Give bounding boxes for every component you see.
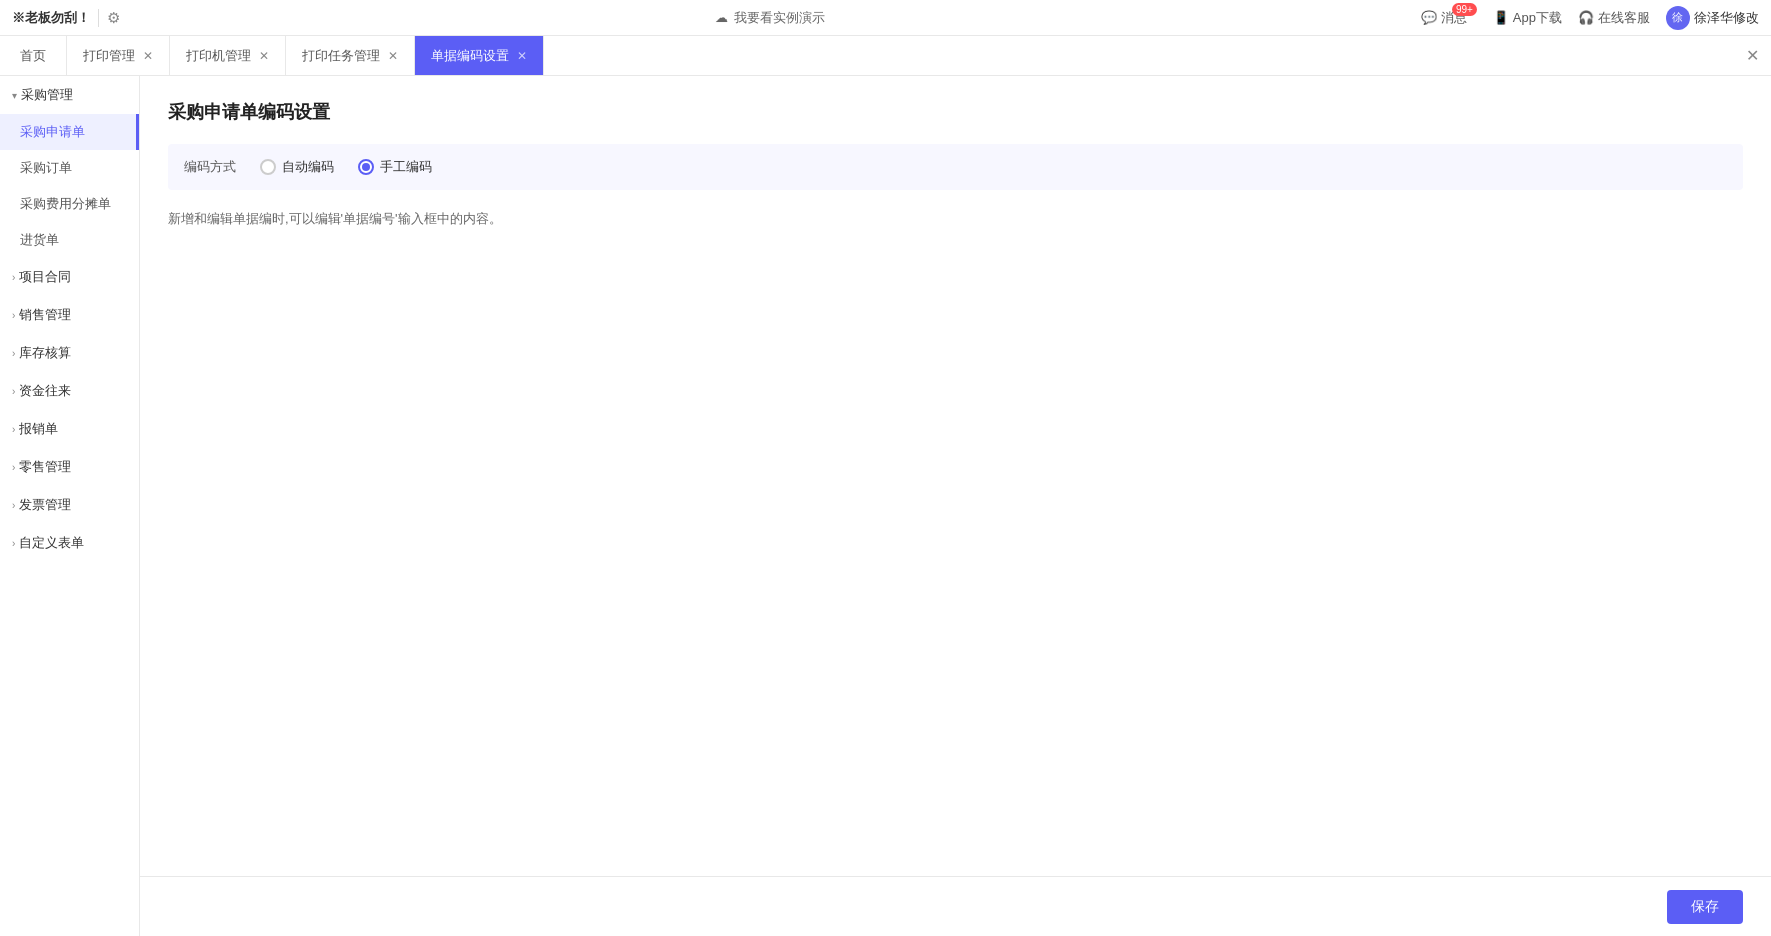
sidebar-item-purchase-expense[interactable]: 采购费用分摊单 xyxy=(0,186,139,222)
auto-code-option[interactable]: 自动编码 xyxy=(260,158,334,176)
sidebar-group-inventory-header[interactable]: › 库存核算 xyxy=(0,334,139,372)
arrow-right-icon-invoice: › xyxy=(12,500,15,511)
sidebar-item-purchase-expense-label: 采购费用分摊单 xyxy=(20,196,111,211)
tab-code-settings-close[interactable]: ✕ xyxy=(517,49,527,63)
arrow-right-icon-expense: › xyxy=(12,424,15,435)
app-download-button[interactable]: 📱 App下载 xyxy=(1493,9,1562,27)
manual-code-option[interactable]: 手工编码 xyxy=(358,158,432,176)
sidebar-group-retail: › 零售管理 xyxy=(0,448,139,486)
tab-print-task-management[interactable]: 打印任务管理 ✕ xyxy=(286,36,415,75)
tab-printer-management-label: 打印机管理 xyxy=(186,47,251,65)
cloud-icon: ☁ xyxy=(715,10,728,25)
tab-home[interactable]: 首页 xyxy=(0,36,67,75)
tab-print-task-management-label: 打印任务管理 xyxy=(302,47,380,65)
close-all-button[interactable]: ✕ xyxy=(1734,36,1771,75)
top-bar-left: ※老板勿刮！ ⚙ xyxy=(12,9,120,27)
arrow-right-icon-inventory: › xyxy=(12,348,15,359)
sidebar-group-sales-label: 销售管理 xyxy=(19,306,71,324)
message-badge: 99+ xyxy=(1452,3,1477,16)
sidebar-group-sales-header[interactable]: › 销售管理 xyxy=(0,296,139,334)
search-text[interactable]: 我要看实例演示 xyxy=(734,9,825,27)
sidebar-group-purchase-label: 采购管理 xyxy=(21,86,73,104)
tab-code-settings-label: 单据编码设置 xyxy=(431,47,509,65)
manual-code-radio[interactable] xyxy=(358,159,374,175)
code-setting-row: 编码方式 自动编码 手工编码 xyxy=(168,144,1743,190)
content-footer: 保存 xyxy=(140,876,1771,936)
avatar: 徐 xyxy=(1666,6,1690,30)
sidebar-group-retail-header[interactable]: › 零售管理 xyxy=(0,448,139,486)
sidebar-group-custom-header[interactable]: › 自定义表单 xyxy=(0,524,139,562)
settings-icon[interactable]: ⚙ xyxy=(107,9,120,27)
top-bar-right: 💬 消息 99+ 📱 App下载 🎧 在线客服 徐 徐泽华修改 xyxy=(1421,6,1759,30)
sidebar-group-inventory: › 库存核算 xyxy=(0,334,139,372)
sidebar-item-receipt[interactable]: 进货单 xyxy=(0,222,139,258)
online-service-button[interactable]: 🎧 在线客服 xyxy=(1578,9,1650,27)
tab-print-management-close[interactable]: ✕ xyxy=(143,49,153,63)
tab-print-management[interactable]: 打印管理 ✕ xyxy=(67,36,170,75)
arrow-right-icon-project: › xyxy=(12,272,15,283)
tab-print-task-management-close[interactable]: ✕ xyxy=(388,49,398,63)
avatar-initial: 徐 xyxy=(1672,10,1683,25)
manual-code-label: 手工编码 xyxy=(380,158,432,176)
sidebar-group-invoice-label: 发票管理 xyxy=(19,496,71,514)
sidebar-group-custom: › 自定义表单 xyxy=(0,524,139,562)
page-title: 采购申请单编码设置 xyxy=(168,100,1743,124)
arrow-right-icon-retail: › xyxy=(12,462,15,473)
sidebar-item-purchase-order[interactable]: 采购订单 xyxy=(0,150,139,186)
sidebar-group-project: › 项目合同 xyxy=(0,258,139,296)
description-text: 新增和编辑单据编时,可以编辑'单据编号'输入框中的内容。 xyxy=(168,210,1743,228)
sidebar-group-capital-header[interactable]: › 资金往来 xyxy=(0,372,139,410)
sidebar-group-expense: › 报销单 xyxy=(0,410,139,448)
sidebar-group-invoice-header[interactable]: › 发票管理 xyxy=(0,486,139,524)
sidebar-group-sales: › 销售管理 xyxy=(0,296,139,334)
tab-print-management-label: 打印管理 xyxy=(83,47,135,65)
sidebar-group-capital-label: 资金往来 xyxy=(19,382,71,400)
auto-code-label: 自动编码 xyxy=(282,158,334,176)
sidebar-group-project-label: 项目合同 xyxy=(19,268,71,286)
app-download-label: App下载 xyxy=(1513,9,1562,27)
sidebar-group-purchase: ▾ 采购管理 采购申请单 采购订单 采购费用分摊单 进货单 xyxy=(0,76,139,258)
search-area[interactable]: ☁ 我要看实例演示 xyxy=(715,9,825,27)
top-bar: ※老板勿刮！ ⚙ ☁ 我要看实例演示 💬 消息 99+ 📱 App下载 🎧 在线… xyxy=(0,0,1771,36)
sidebar: ▾ 采购管理 采购申请单 采购订单 采购费用分摊单 进货单 › 项目合同 xyxy=(0,76,140,936)
sidebar-group-inventory-label: 库存核算 xyxy=(19,344,71,362)
online-service-label: 在线客服 xyxy=(1598,9,1650,27)
sidebar-group-expense-label: 报销单 xyxy=(19,420,58,438)
sidebar-group-invoice: › 发票管理 xyxy=(0,486,139,524)
arrow-right-icon-capital: › xyxy=(12,386,15,397)
sidebar-group-capital: › 资金往来 xyxy=(0,372,139,410)
divider xyxy=(98,9,99,27)
logo-text: ※老板勿刮！ xyxy=(12,9,90,27)
sidebar-group-project-header[interactable]: › 项目合同 xyxy=(0,258,139,296)
message-button[interactable]: 💬 消息 99+ xyxy=(1421,9,1467,27)
tab-home-label: 首页 xyxy=(20,47,46,65)
sidebar-group-retail-label: 零售管理 xyxy=(19,458,71,476)
sidebar-item-receipt-label: 进货单 xyxy=(20,232,59,247)
content-area: 采购申请单编码设置 编码方式 自动编码 手工编码 新增和编辑单据编时,可以编辑'… xyxy=(140,76,1771,936)
tab-printer-management[interactable]: 打印机管理 ✕ xyxy=(170,36,286,75)
sidebar-item-purchase-order-label: 采购订单 xyxy=(20,160,72,175)
main-layout: ▾ 采购管理 采购申请单 采购订单 采购费用分摊单 进货单 › 项目合同 xyxy=(0,76,1771,936)
arrow-down-icon: ▾ xyxy=(12,90,17,101)
arrow-right-icon-sales: › xyxy=(12,310,15,321)
headset-icon: 🎧 xyxy=(1578,10,1594,25)
sidebar-group-custom-label: 自定义表单 xyxy=(19,534,84,552)
user-avatar-area[interactable]: 徐 徐泽华修改 xyxy=(1666,6,1759,30)
arrow-right-icon-custom: › xyxy=(12,538,15,549)
tab-code-settings[interactable]: 单据编码设置 ✕ xyxy=(415,36,544,75)
sidebar-group-expense-header[interactable]: › 报销单 xyxy=(0,410,139,448)
sidebar-item-purchase-request[interactable]: 采购申请单 xyxy=(0,114,139,150)
message-icon: 💬 xyxy=(1421,10,1437,25)
save-button[interactable]: 保存 xyxy=(1667,890,1743,924)
sidebar-group-purchase-header[interactable]: ▾ 采购管理 xyxy=(0,76,139,114)
sidebar-item-purchase-request-label: 采购申请单 xyxy=(20,124,85,139)
tab-printer-management-close[interactable]: ✕ xyxy=(259,49,269,63)
content-inner: 采购申请单编码设置 编码方式 自动编码 手工编码 新增和编辑单据编时,可以编辑'… xyxy=(140,76,1771,876)
auto-code-radio[interactable] xyxy=(260,159,276,175)
download-icon: 📱 xyxy=(1493,10,1509,25)
tab-bar: 首页 打印管理 ✕ 打印机管理 ✕ 打印任务管理 ✕ 单据编码设置 ✕ ✕ xyxy=(0,36,1771,76)
user-name: 徐泽华修改 xyxy=(1694,9,1759,27)
code-setting-label: 编码方式 xyxy=(184,158,236,176)
